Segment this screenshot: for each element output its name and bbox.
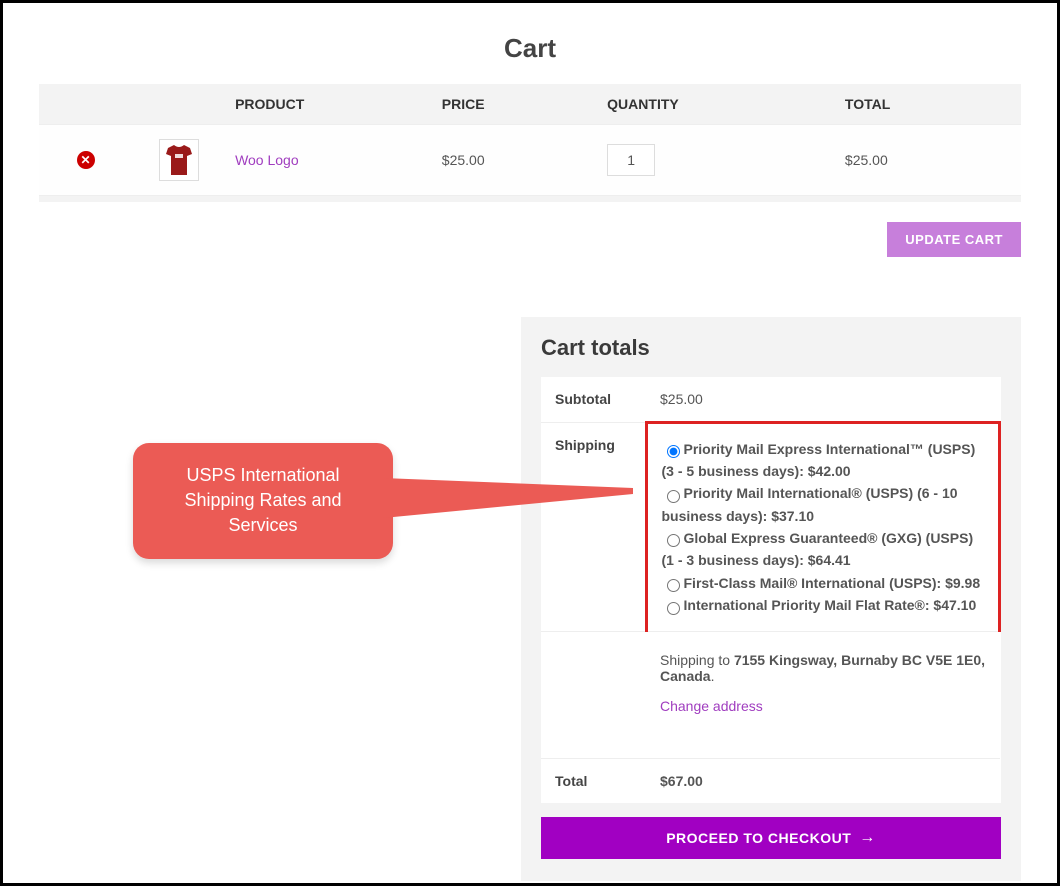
subtotal-value: $25.00 — [646, 377, 1000, 423]
total-label: Total — [541, 758, 646, 803]
product-thumbnail[interactable] — [159, 139, 199, 181]
shipping-option-label: First-Class Mail® International (USPS): … — [684, 575, 981, 591]
shipping-option-label: Global Express Guaranteed® (GXG) (USPS) … — [662, 530, 974, 568]
checkout-label: PROCEED TO CHECKOUT — [666, 830, 851, 846]
shipping-option-label: Priority Mail Express International™ (US… — [662, 441, 976, 479]
shipping-option-radio[interactable] — [667, 534, 680, 547]
quantity-input[interactable] — [607, 144, 655, 176]
remove-item-button[interactable]: ✕ — [77, 151, 95, 169]
shipping-option[interactable]: Priority Mail Express International™ (US… — [662, 438, 985, 483]
shipping-option[interactable]: First-Class Mail® International (USPS): … — [662, 572, 985, 594]
cart-totals-panel: Cart totals Subtotal $25.00 Shipping Pri… — [521, 317, 1021, 881]
col-total-header: TOTAL — [835, 84, 1021, 125]
shipping-blank — [541, 631, 646, 758]
shipping-option[interactable]: Priority Mail International® (USPS) (6 -… — [662, 482, 985, 527]
cart-totals-heading: Cart totals — [541, 335, 1001, 361]
cart-row: ✕ Woo Logo $25.00 — [39, 125, 1021, 196]
shipping-to: Shipping to 7155 Kingsway, Burnaby BC V5… — [660, 652, 986, 684]
change-address-link[interactable]: Change address — [660, 698, 763, 714]
shipping-options-cell: Priority Mail Express International™ (US… — [646, 422, 1000, 631]
col-quantity-header: QUANTITY — [597, 84, 835, 125]
shipping-option-label: International Priority Mail Flat Rate®: … — [684, 597, 977, 613]
shipping-label: Shipping — [541, 422, 646, 631]
proceed-to-checkout-button[interactable]: PROCEED TO CHECKOUT → — [541, 817, 1001, 859]
arrow-right-icon: → — [859, 829, 876, 847]
item-line-total: $25.00 — [835, 125, 1021, 196]
cart-totals-table: Subtotal $25.00 Shipping Priority Mail E… — [541, 377, 1001, 803]
shipping-options-list: Priority Mail Express International™ (US… — [662, 438, 985, 617]
col-price-header: PRICE — [432, 84, 597, 125]
update-cart-button[interactable]: UPDATE CART — [887, 222, 1021, 257]
shipping-option-radio[interactable] — [667, 445, 680, 458]
item-price: $25.00 — [432, 125, 597, 196]
page-title: Cart — [39, 33, 1021, 64]
shipping-to-suffix: . — [711, 668, 715, 684]
col-thumb-header — [132, 84, 225, 125]
shipping-option-label: Priority Mail International® (USPS) (6 -… — [662, 485, 958, 523]
col-remove-header — [39, 84, 132, 125]
shipping-to-prefix: Shipping to — [660, 652, 734, 668]
shipping-option-radio[interactable] — [667, 602, 680, 615]
close-icon: ✕ — [80, 154, 90, 166]
product-name-link[interactable]: Woo Logo — [235, 152, 299, 168]
total-value: $67.00 — [646, 758, 1000, 803]
shipping-option[interactable]: International Priority Mail Flat Rate®: … — [662, 594, 985, 616]
subtotal-label: Subtotal — [541, 377, 646, 423]
tshirt-icon — [162, 142, 196, 178]
cart-footer-spacer — [39, 196, 1021, 202]
cart-table: PRODUCT PRICE QUANTITY TOTAL ✕ — [39, 84, 1021, 202]
shipping-option-radio[interactable] — [667, 490, 680, 503]
shipping-option-radio[interactable] — [667, 579, 680, 592]
col-product-header: PRODUCT — [225, 84, 432, 125]
annotation-callout: USPS International Shipping Rates and Se… — [133, 443, 393, 559]
shipping-option[interactable]: Global Express Guaranteed® (GXG) (USPS) … — [662, 527, 985, 572]
